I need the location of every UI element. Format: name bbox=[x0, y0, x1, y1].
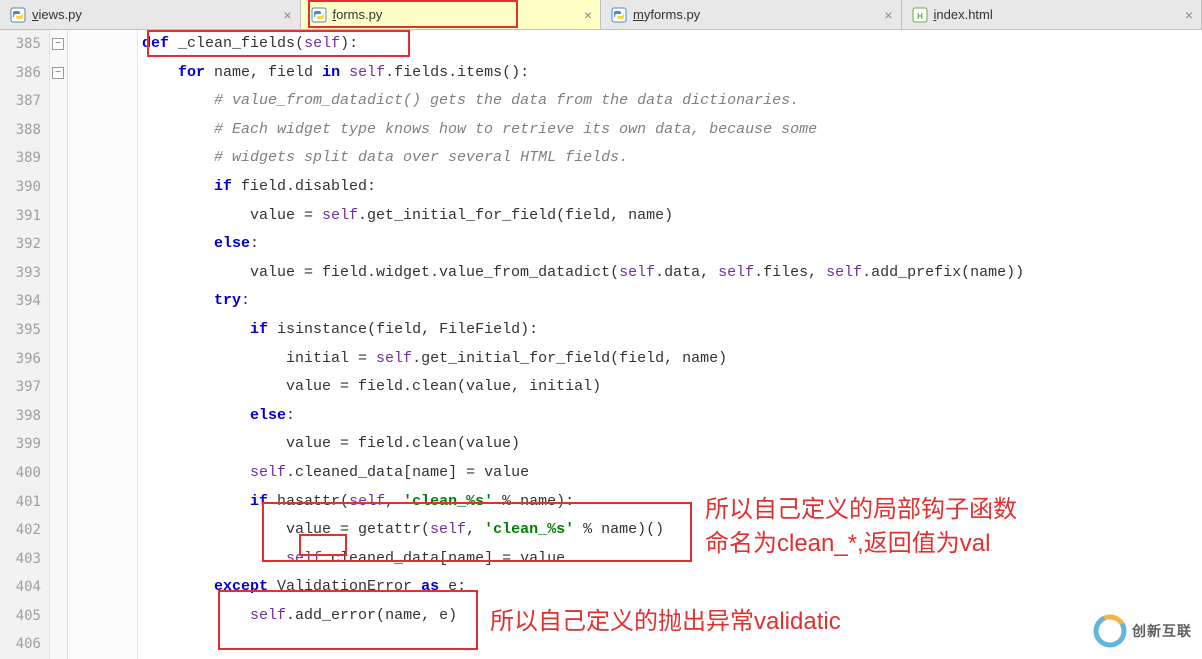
line-number: 390 bbox=[0, 173, 41, 202]
line-number: 399 bbox=[0, 430, 41, 459]
tab-bar: views.py×forms.py×myforms.py×Hindex.html… bbox=[0, 0, 1202, 30]
editor-area: 3853863873883893903913923933943953963973… bbox=[0, 30, 1202, 659]
code-line[interactable]: self.add_error(name, e) bbox=[142, 602, 1202, 631]
line-number: 389 bbox=[0, 144, 41, 173]
line-number: 401 bbox=[0, 488, 41, 517]
indent-guide bbox=[68, 30, 138, 659]
code-line[interactable]: value = getattr(self, 'clean_%s' % name)… bbox=[142, 516, 1202, 545]
line-number: 403 bbox=[0, 545, 41, 574]
close-icon[interactable]: × bbox=[884, 7, 892, 23]
watermark: 创新互联 bbox=[1092, 613, 1192, 649]
line-number: 387 bbox=[0, 87, 41, 116]
code-line[interactable]: try: bbox=[142, 287, 1202, 316]
close-icon[interactable]: × bbox=[584, 7, 592, 23]
close-icon[interactable]: × bbox=[283, 7, 291, 23]
close-icon[interactable]: × bbox=[1185, 7, 1193, 23]
code-line[interactable]: value = self.get_initial_for_field(field… bbox=[142, 202, 1202, 231]
line-number: 400 bbox=[0, 459, 41, 488]
tab-label: myforms.py bbox=[633, 7, 700, 22]
line-number: 406 bbox=[0, 630, 41, 659]
tab-label: index.html bbox=[934, 7, 993, 22]
code-line[interactable]: else: bbox=[142, 402, 1202, 431]
line-number: 385 bbox=[0, 30, 41, 59]
code-line[interactable]: if isinstance(field, FileField): bbox=[142, 316, 1202, 345]
line-number: 398 bbox=[0, 402, 41, 431]
code-line[interactable]: else: bbox=[142, 230, 1202, 259]
code-line[interactable]: except ValidationError as e: bbox=[142, 573, 1202, 602]
line-number: 386 bbox=[0, 59, 41, 88]
tab-views-py[interactable]: views.py × bbox=[0, 0, 301, 29]
code-line[interactable]: def _clean_fields(self): bbox=[142, 30, 1202, 59]
line-number: 405 bbox=[0, 602, 41, 631]
line-number: 391 bbox=[0, 202, 41, 231]
code-line[interactable]: self.cleaned_data[name] = value bbox=[142, 459, 1202, 488]
fold-toggle-icon[interactable]: − bbox=[52, 67, 64, 79]
svg-text:H: H bbox=[917, 12, 923, 21]
line-number: 394 bbox=[0, 287, 41, 316]
fold-gutter: −− bbox=[50, 30, 68, 659]
code-line[interactable] bbox=[142, 630, 1202, 659]
line-number: 395 bbox=[0, 316, 41, 345]
line-number: 404 bbox=[0, 573, 41, 602]
line-number: 397 bbox=[0, 373, 41, 402]
code-line[interactable]: initial = self.get_initial_for_field(fie… bbox=[142, 345, 1202, 374]
tab-label: forms.py bbox=[333, 7, 383, 22]
line-number: 396 bbox=[0, 345, 41, 374]
tab-myforms-py[interactable]: myforms.py × bbox=[601, 0, 902, 29]
tab-forms-py[interactable]: forms.py × bbox=[301, 0, 602, 29]
watermark-text: 创新互联 bbox=[1132, 621, 1192, 641]
line-number: 388 bbox=[0, 116, 41, 145]
code-line[interactable]: if field.disabled: bbox=[142, 173, 1202, 202]
code-line[interactable]: # Each widget type knows how to retrieve… bbox=[142, 116, 1202, 145]
code-line[interactable]: if hasattr(self, 'clean_%s' % name): bbox=[142, 488, 1202, 517]
watermark-logo-icon bbox=[1092, 613, 1128, 649]
line-number: 393 bbox=[0, 259, 41, 288]
code-line[interactable]: value = field.clean(value) bbox=[142, 430, 1202, 459]
line-number-gutter: 3853863873883893903913923933943953963973… bbox=[0, 30, 50, 659]
code-line[interactable]: for name, field in self.fields.items(): bbox=[142, 59, 1202, 88]
code-area[interactable]: def _clean_fields(self): for name, field… bbox=[138, 30, 1202, 659]
code-line[interactable]: value = field.clean(value, initial) bbox=[142, 373, 1202, 402]
tab-label: views.py bbox=[32, 7, 82, 22]
fold-toggle-icon[interactable]: − bbox=[52, 38, 64, 50]
code-line[interactable]: self.cleaned_data[name] = value bbox=[142, 545, 1202, 574]
line-number: 392 bbox=[0, 230, 41, 259]
line-number: 402 bbox=[0, 516, 41, 545]
code-line[interactable]: # widgets split data over several HTML f… bbox=[142, 144, 1202, 173]
code-line[interactable]: value = field.widget.value_from_datadict… bbox=[142, 259, 1202, 288]
tab-index-html[interactable]: Hindex.html × bbox=[902, 0, 1202, 29]
code-line[interactable]: # value_from_datadict() gets the data fr… bbox=[142, 87, 1202, 116]
